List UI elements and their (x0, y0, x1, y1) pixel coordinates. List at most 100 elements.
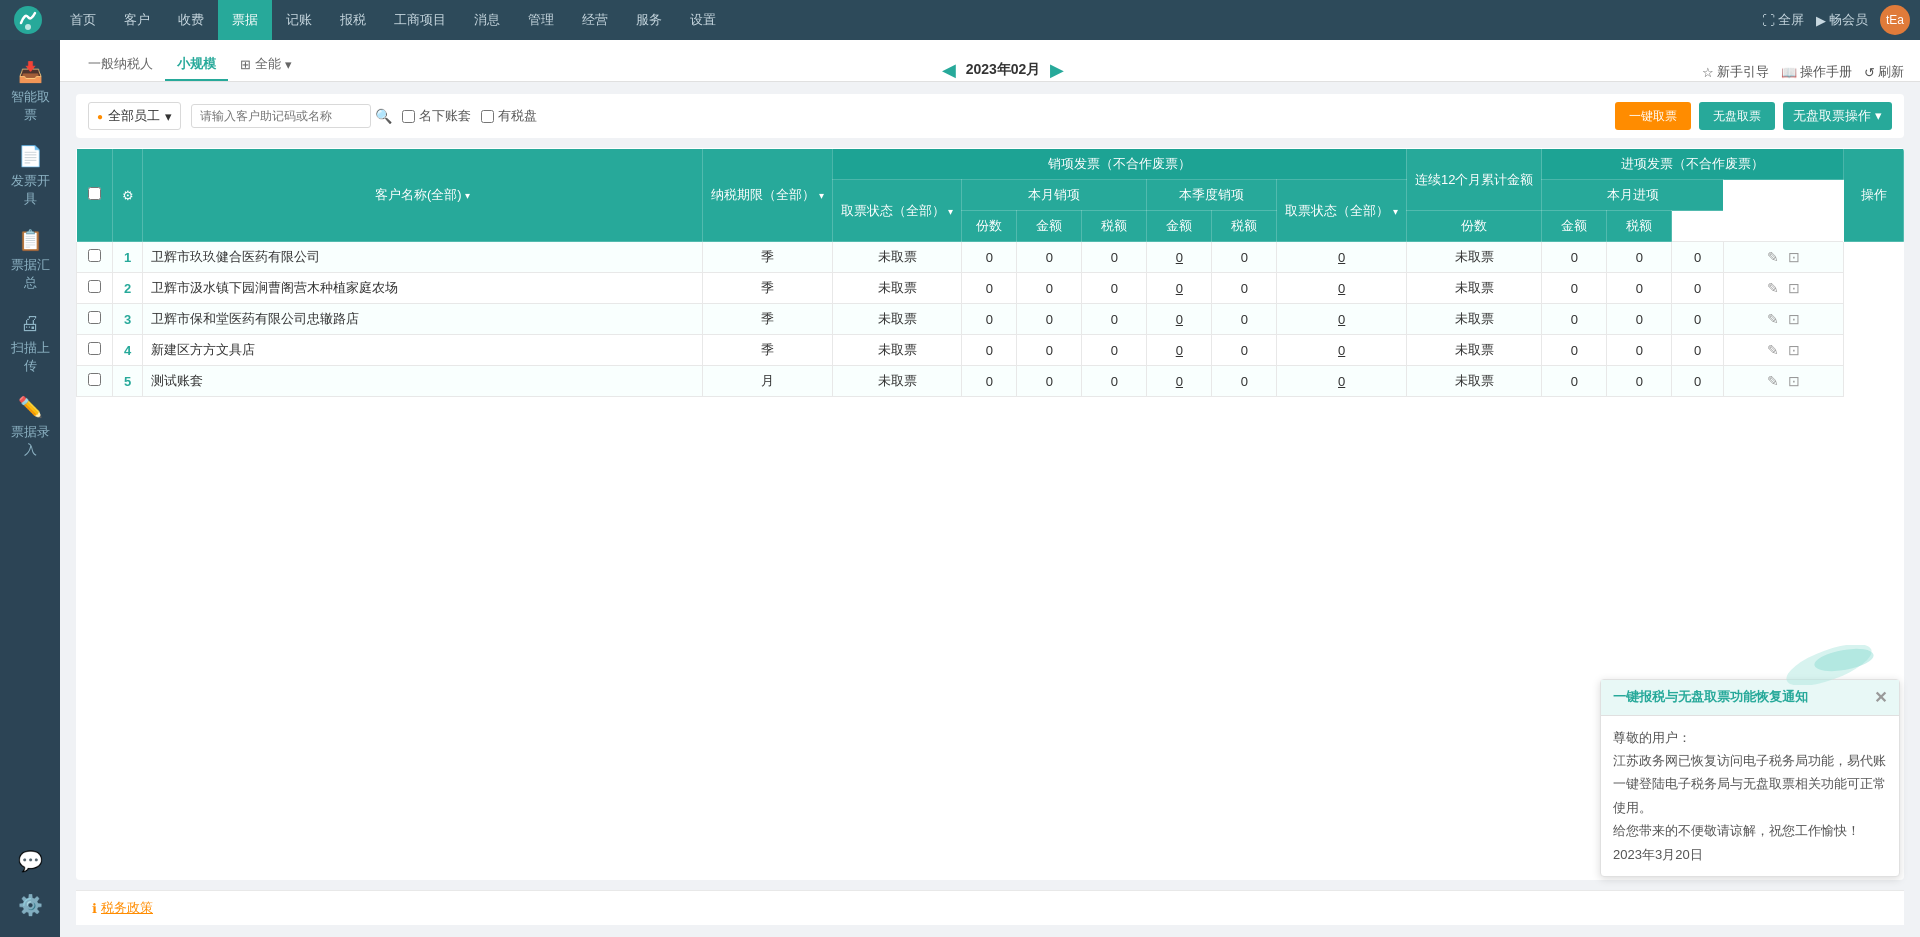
row-purchase-monthly-shares: 0 (1542, 335, 1607, 366)
sidebar-item-invoice-entry[interactable]: ✏️ 票据录入 (0, 385, 60, 469)
row-purchase-monthly-shares: 0 (1542, 366, 1607, 397)
row-checkbox-0[interactable] (88, 249, 101, 262)
th-action: 操作 (1844, 149, 1904, 242)
row-purchase-monthly-amount: 0 (1607, 304, 1672, 335)
chat-icon: 💬 (18, 849, 43, 873)
row-purchase-status: 未取票 (1406, 273, 1541, 304)
toolbar: ● 全部员工 ▾ 🔍 名下账套 有税盘 一键取票 无盘取票 (76, 94, 1904, 138)
current-period: 2023年02月 (966, 61, 1041, 79)
fullscreen-button[interactable]: ⛶ 全屏 (1762, 11, 1804, 29)
has-taxdisk-checkbox[interactable] (481, 110, 494, 123)
search-button[interactable]: 🔍 (375, 108, 392, 124)
th-sales-quarterly-tax: 税额 (1212, 211, 1277, 242)
row-sales-12m-amount: 0 (1277, 242, 1407, 273)
refresh-button[interactable]: ↺ 刷新 (1864, 63, 1904, 81)
edit-icon-0[interactable]: ✎ (1767, 249, 1779, 265)
sidebar-item-chat[interactable]: 💬 (13, 839, 48, 883)
manual-button[interactable]: 📖 操作手册 (1781, 63, 1852, 81)
my-accounts-checkbox-label[interactable]: 名下账套 (402, 107, 471, 125)
th-sales-monthly-tax: 税额 (1082, 211, 1147, 242)
quarterly-amount-link[interactable]: 0 (1176, 281, 1183, 296)
search-input[interactable] (191, 104, 371, 128)
invoice-summary-icon: 📋 (18, 228, 43, 252)
smart-invoice-icon: 📥 (18, 60, 43, 84)
12m-amount-link[interactable]: 0 (1338, 250, 1345, 265)
table-row: 4 新建区方方文具店 季 未取票 0 0 0 0 0 0 未取票 0 0 0 ✎… (77, 335, 1904, 366)
nav-home[interactable]: 首页 (56, 0, 110, 40)
tab-small-scale[interactable]: 小规模 (165, 49, 228, 81)
one-key-invoice-button[interactable]: 一键取票 (1615, 102, 1691, 130)
no-disk-ops-dropdown[interactable]: 无盘取票操作 ▾ (1783, 102, 1892, 130)
nav-tax[interactable]: 报税 (326, 0, 380, 40)
nav-client[interactable]: 客户 (110, 0, 164, 40)
row-purchase-status: 未取票 (1406, 335, 1541, 366)
view-icon-0[interactable]: ⊡ (1788, 249, 1800, 265)
has-taxdisk-checkbox-label[interactable]: 有税盘 (481, 107, 537, 125)
sidebar-item-issue-invoice[interactable]: 📄 发票开具 (0, 134, 60, 218)
select-all-checkbox[interactable] (88, 187, 101, 200)
nav-business[interactable]: 工商项目 (380, 0, 460, 40)
row-sales-monthly-shares: 0 (962, 366, 1017, 397)
edit-icon-4[interactable]: ✎ (1767, 373, 1779, 389)
vip-button[interactable]: ▶ 畅会员 (1816, 11, 1868, 29)
row-purchase-monthly-tax: 0 (1672, 242, 1723, 273)
nav-invoice[interactable]: 票据 (218, 0, 272, 40)
row-sales-monthly-tax: 0 (1082, 273, 1147, 304)
view-icon-4[interactable]: ⊡ (1788, 373, 1800, 389)
row-checkbox-3[interactable] (88, 342, 101, 355)
tab-general-taxpayer[interactable]: 一般纳税人 (76, 49, 165, 81)
nav-operation[interactable]: 经营 (568, 0, 622, 40)
nav-service[interactable]: 服务 (622, 0, 676, 40)
refresh-icon: ↺ (1864, 65, 1875, 80)
row-checkbox-1[interactable] (88, 280, 101, 293)
nav-settings[interactable]: 设置 (676, 0, 730, 40)
row-period: 季 (703, 304, 833, 335)
row-checkbox-4[interactable] (88, 373, 101, 386)
th-purchase-monthly-amount: 金额 (1542, 211, 1607, 242)
tab-bar: 一般纳税人 小规模 ⊞ 全能 ▾ ◀ 2023年02月 ▶ ☆ 新手引导 📖 (60, 40, 1920, 82)
edit-icon-1[interactable]: ✎ (1767, 280, 1779, 296)
view-icon-3[interactable]: ⊡ (1788, 342, 1800, 358)
employee-select[interactable]: ● 全部员工 ▾ (88, 102, 181, 130)
quarterly-amount-link[interactable]: 0 (1176, 250, 1183, 265)
avatar[interactable]: tEa (1880, 5, 1910, 35)
row-checkbox-2[interactable] (88, 311, 101, 324)
sidebar-item-scan-upload[interactable]: 🖨 扫描上传 (0, 302, 60, 385)
th-purchase-monthly-shares: 份数 (1406, 211, 1541, 242)
tax-policy-link[interactable]: 税务政策 (101, 899, 153, 917)
period-right-actions: ☆ 新手引导 📖 操作手册 ↺ 刷新 (1702, 63, 1904, 81)
edit-icon-3[interactable]: ✎ (1767, 342, 1779, 358)
th-checkbox (77, 149, 113, 242)
12m-amount-link[interactable]: 0 (1338, 312, 1345, 327)
12m-amount-link[interactable]: 0 (1338, 343, 1345, 358)
tab-all[interactable]: ⊞ 全能 ▾ (228, 49, 304, 81)
nav-manage[interactable]: 管理 (514, 0, 568, 40)
row-sales-monthly-shares: 0 (962, 335, 1017, 366)
quarterly-amount-link[interactable]: 0 (1176, 343, 1183, 358)
row-period: 季 (703, 273, 833, 304)
quarterly-amount-link[interactable]: 0 (1176, 374, 1183, 389)
nav-message[interactable]: 消息 (460, 0, 514, 40)
12m-amount-link[interactable]: 0 (1338, 374, 1345, 389)
prev-period-button[interactable]: ◀ (942, 59, 956, 81)
view-icon-1[interactable]: ⊡ (1788, 280, 1800, 296)
nav-fee[interactable]: 收费 (164, 0, 218, 40)
row-sales-12m-amount: 0 (1277, 335, 1407, 366)
sidebar-item-settings[interactable]: ⚙️ (13, 883, 48, 927)
view-icon-2[interactable]: ⊡ (1788, 311, 1800, 327)
sidebar-item-invoice-summary[interactable]: 📋 票据汇总 (0, 218, 60, 302)
nav-bookkeeping[interactable]: 记账 (272, 0, 326, 40)
12m-amount-link[interactable]: 0 (1338, 281, 1345, 296)
notification-close-button[interactable]: ✕ (1874, 688, 1887, 707)
row-purchase-monthly-tax: 0 (1672, 304, 1723, 335)
th-tax-period: 纳税期限（全部） ▾ (703, 149, 833, 242)
no-disk-invoice-button[interactable]: 无盘取票 (1699, 102, 1775, 130)
next-period-button[interactable]: ▶ (1050, 59, 1064, 81)
quarterly-amount-link[interactable]: 0 (1176, 312, 1183, 327)
sidebar-item-smart-invoice[interactable]: 📥 智能取票 (0, 50, 60, 134)
new-guide-button[interactable]: ☆ 新手引导 (1702, 63, 1769, 81)
my-accounts-checkbox[interactable] (402, 110, 415, 123)
edit-icon-2[interactable]: ✎ (1767, 311, 1779, 327)
star-icon: ☆ (1702, 65, 1714, 80)
row-period: 季 (703, 242, 833, 273)
